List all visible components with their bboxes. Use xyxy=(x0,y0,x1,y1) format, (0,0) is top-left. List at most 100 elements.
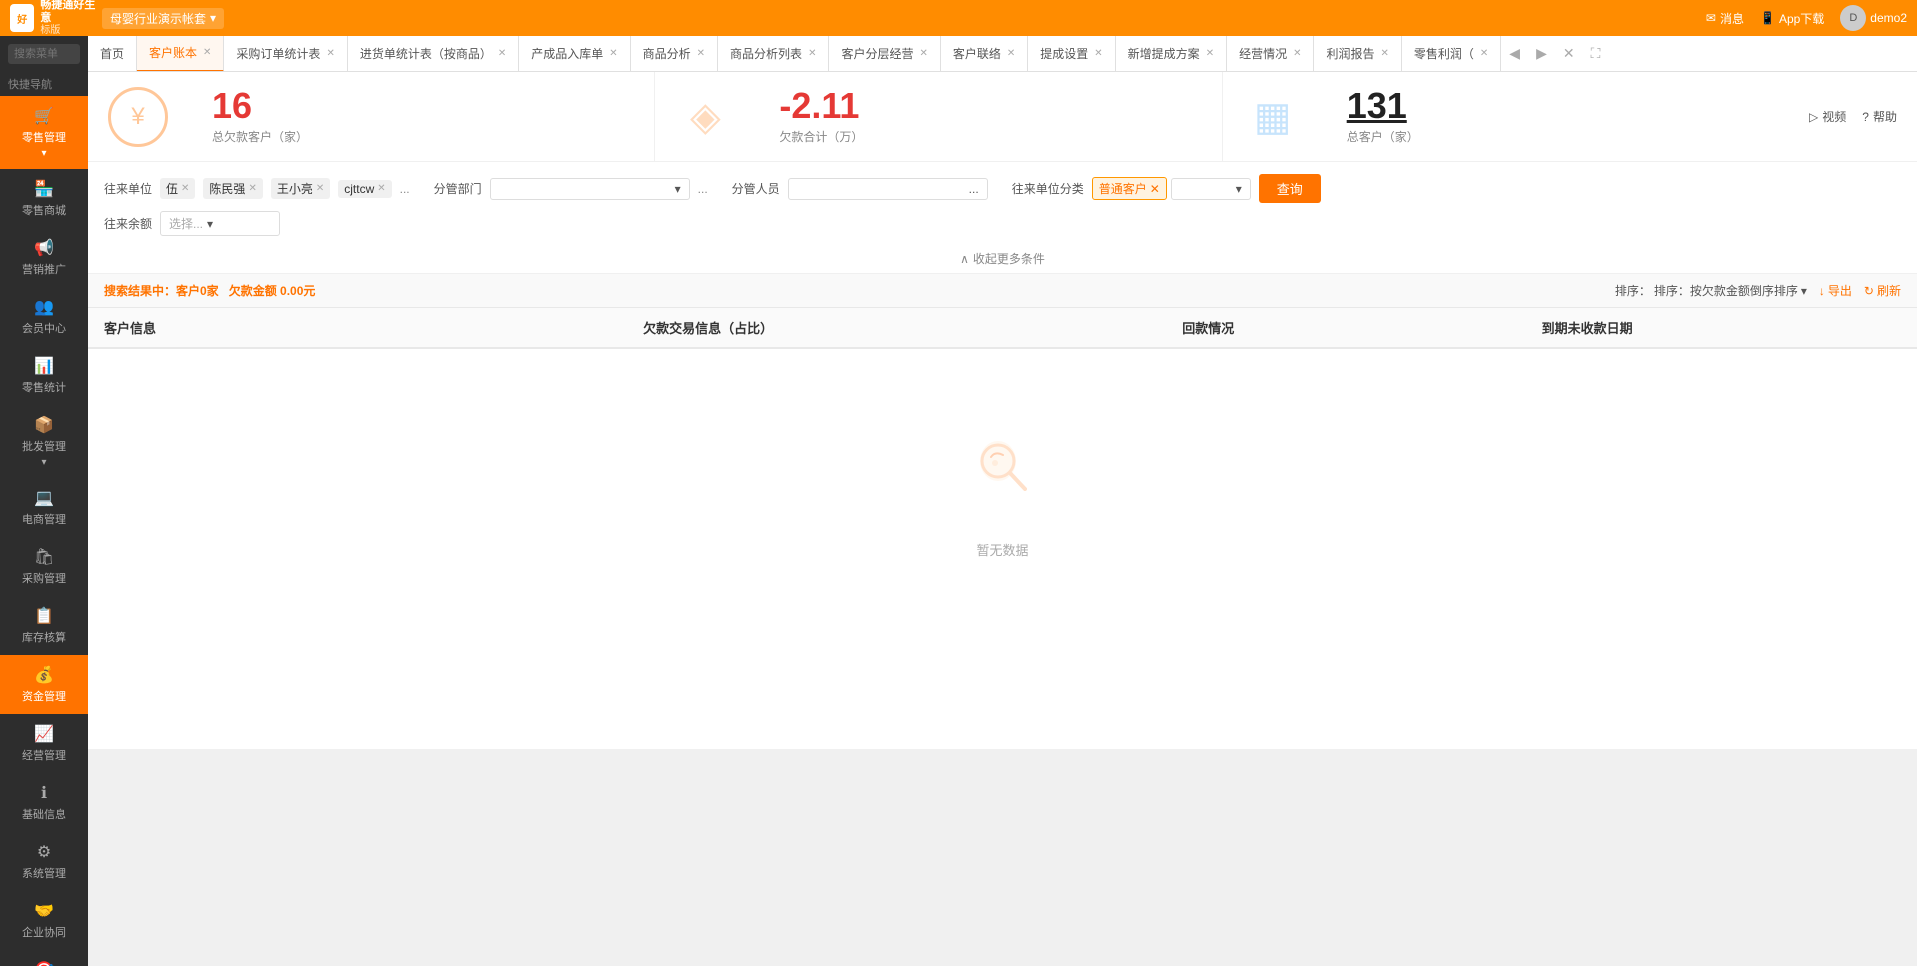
collapse-button[interactable]: ∧ 收起更多条件 xyxy=(104,244,1901,273)
tab-close-commission-settings[interactable]: ✕ xyxy=(1094,48,1102,59)
tab-nav-right[interactable]: ▶ xyxy=(1528,45,1555,62)
sidebar-item-zero-mall[interactable]: 🏪 零售商城 xyxy=(0,169,88,228)
tab-close-new-commission[interactable]: ✕ xyxy=(1206,48,1214,59)
stat-card-customers: 16 总欠款客户（家） xyxy=(188,72,655,161)
col-due-date: 到期未收款日期 xyxy=(1542,318,1901,337)
help-button[interactable]: ? 帮助 xyxy=(1862,108,1897,125)
table-body: 暂无数据 xyxy=(88,349,1917,749)
sidebar-item-inventory[interactable]: 📋 库存核算 xyxy=(0,596,88,655)
tab-inbound-stat[interactable]: 进货单统计表（按商品） ✕ xyxy=(348,36,519,72)
tab-close-profit-report[interactable]: ✕ xyxy=(1381,48,1389,59)
unit-class-select[interactable]: ▾ xyxy=(1171,178,1251,200)
tab-retail-profit[interactable]: 零售利润（ ✕ xyxy=(1402,36,1501,72)
zero-mall-icon: 🏪 xyxy=(34,179,54,199)
sidebar-item-quick-nav: 快捷导航 xyxy=(0,72,88,96)
sidebar-item-enterprise[interactable]: 🤝 企业协同 xyxy=(0,891,88,950)
tab-close-retail-profit[interactable]: ✕ xyxy=(1480,48,1488,59)
tab-close-product-analysis-list[interactable]: ✕ xyxy=(808,48,816,59)
export-button[interactable]: ↓ 导出 xyxy=(1819,282,1852,299)
sort-select[interactable]: 排序： 排序：按欠款金额倒序排序 ▾ xyxy=(1615,282,1807,299)
tab-nav-left[interactable]: ◀ xyxy=(1501,45,1528,62)
sidebar-item-newbie[interactable]: 🎯 新手引导 xyxy=(0,950,88,966)
sys-mgmt-icon: ⚙ xyxy=(37,842,51,862)
sidebar-item-purchase[interactable]: 🛍 采购管理 xyxy=(0,537,88,596)
unit-class-tag-close[interactable]: ✕ xyxy=(1150,182,1160,196)
stat-card-arrears: -2.11 欠款合计（万） xyxy=(755,72,1222,161)
filter-more-tags[interactable]: ... xyxy=(400,182,410,196)
stat-icon-3: ▦ xyxy=(1243,87,1303,147)
sidebar-item-operation[interactable]: 📈 经营管理 xyxy=(0,714,88,773)
sidebar-item-sys-mgmt[interactable]: ⚙ 系统管理 xyxy=(0,832,88,891)
tab-product-inbound[interactable]: 产成品入库单 ✕ xyxy=(519,36,630,72)
tab-customer-ledger[interactable]: 客户账本 ✕ xyxy=(137,36,224,72)
tab-close-customer-ledger[interactable]: ✕ xyxy=(203,47,211,58)
zero-retail-icon: 🛒 xyxy=(34,106,54,126)
app-logo: 好 畅捷通好生意 标版 xyxy=(10,0,98,37)
purchase-icon: 🛍 xyxy=(34,547,54,567)
empty-state: 暂无数据 xyxy=(88,349,1917,639)
filter-tag-wu[interactable]: 伍 ✕ xyxy=(160,178,195,199)
batch-mgmt-icon: 📦 xyxy=(34,415,54,435)
result-info: 搜索结果中：客户0家 欠款金额 0.00元 xyxy=(104,282,315,299)
tab-purchase-order[interactable]: 采购订单统计表 ✕ xyxy=(224,36,347,72)
app-download-button[interactable]: 📱 App下载 xyxy=(1760,10,1824,27)
message-button[interactable]: ✉ 消息 xyxy=(1706,10,1744,27)
filter-tag-cjttcw-close[interactable]: ✕ xyxy=(377,183,385,194)
query-button[interactable]: 查询 xyxy=(1259,174,1321,203)
balance-select[interactable]: 选择... ▾ xyxy=(160,211,280,236)
tab-close-all[interactable]: ✕ xyxy=(1555,45,1583,62)
tab-customer-layer[interactable]: 客户分层经营 ✕ xyxy=(829,36,940,72)
search-input[interactable] xyxy=(8,44,80,64)
refresh-button[interactable]: ↻ 刷新 xyxy=(1864,282,1901,299)
tab-product-analysis[interactable]: 商品分析 ✕ xyxy=(631,36,718,72)
tab-product-analysis-list[interactable]: 商品分析列表 ✕ xyxy=(718,36,829,72)
tab-home[interactable]: 首页 xyxy=(88,36,137,72)
avatar: D xyxy=(1840,5,1866,31)
empty-icon xyxy=(963,429,1043,528)
filter-tag-chen-close[interactable]: ✕ xyxy=(248,183,256,194)
tab-close-purchase-order[interactable]: ✕ xyxy=(326,48,334,59)
video-help-button[interactable]: ▷ 视频 xyxy=(1809,108,1846,125)
sidebar-item-finance[interactable]: 💰 资金管理 xyxy=(0,655,88,714)
tab-commission-settings[interactable]: 提成设置 ✕ xyxy=(1028,36,1115,72)
tab-close-customer-layer[interactable]: ✕ xyxy=(919,48,927,59)
operation-icon: 📈 xyxy=(34,724,54,744)
sidebar-item-marketing[interactable]: 📢 营销推广 xyxy=(0,228,88,287)
sidebar-item-zero-retail[interactable]: 🛒 零售管理 ▾ xyxy=(0,96,88,169)
tab-close-product-inbound[interactable]: ✕ xyxy=(609,48,617,59)
sidebar-search-area xyxy=(0,36,88,72)
member-icon: 👥 xyxy=(34,297,54,317)
sidebar-item-basic-info[interactable]: ℹ 基础信息 xyxy=(0,773,88,832)
tab-new-commission[interactable]: 新增提成方案 ✕ xyxy=(1116,36,1227,72)
tab-close-inbound-stat[interactable]: ✕ xyxy=(498,48,506,59)
sidebar-item-zero-stat[interactable]: 📊 零售统计 xyxy=(0,346,88,405)
dept-select[interactable]: ▾ xyxy=(490,178,690,200)
sidebar-item-member[interactable]: 👥 会员中心 xyxy=(0,287,88,346)
tab-expand[interactable]: ⛶ xyxy=(1583,45,1609,62)
inventory-icon: 📋 xyxy=(34,606,54,626)
tab-profit-report[interactable]: 利润报告 ✕ xyxy=(1314,36,1401,72)
tab-close-customer-contact[interactable]: ✕ xyxy=(1007,48,1015,59)
filter-tag-wang[interactable]: 王小亮 ✕ xyxy=(271,178,330,199)
dept-more-button[interactable]: ... xyxy=(698,182,708,196)
stat-icon-1: ¥ xyxy=(108,87,168,147)
filter-tag-chen[interactable]: 陈民强 ✕ xyxy=(203,178,262,199)
unit-class-tag[interactable]: 普通客户 ✕ xyxy=(1092,177,1167,200)
tab-close-operation-status[interactable]: ✕ xyxy=(1293,48,1301,59)
col-arrears-info: 欠款交易信息（占比） xyxy=(643,318,1182,337)
filter-tag-wu-close[interactable]: ✕ xyxy=(181,183,189,194)
user-avatar[interactable]: D demo2 xyxy=(1840,5,1907,31)
sidebar-item-ecommerce[interactable]: 💻 电商管理 xyxy=(0,478,88,537)
unit-class-area: 普通客户 ✕ ▾ xyxy=(1092,177,1251,200)
logo-text: 畅捷通好生意 标版 xyxy=(40,0,98,37)
tab-close-product-analysis[interactable]: ✕ xyxy=(697,48,705,59)
stat-icon-2: ◈ xyxy=(675,87,735,147)
tab-operation-status[interactable]: 经营情况 ✕ xyxy=(1227,36,1314,72)
sidebar-item-batch-mgmt[interactable]: 📦 批发管理 ▾ xyxy=(0,405,88,478)
data-table: 客户信息 欠款交易信息（占比） 回款情况 到期未收款日期 xyxy=(88,308,1917,749)
filter-tag-cjttcw[interactable]: cjttcw ✕ xyxy=(338,180,391,198)
person-select[interactable]: ... xyxy=(788,178,988,200)
account-selector[interactable]: 母婴行业演示帐套 ▾ xyxy=(102,8,224,29)
tab-customer-contact[interactable]: 客户联络 ✕ xyxy=(941,36,1028,72)
filter-tag-wang-close[interactable]: ✕ xyxy=(316,183,324,194)
